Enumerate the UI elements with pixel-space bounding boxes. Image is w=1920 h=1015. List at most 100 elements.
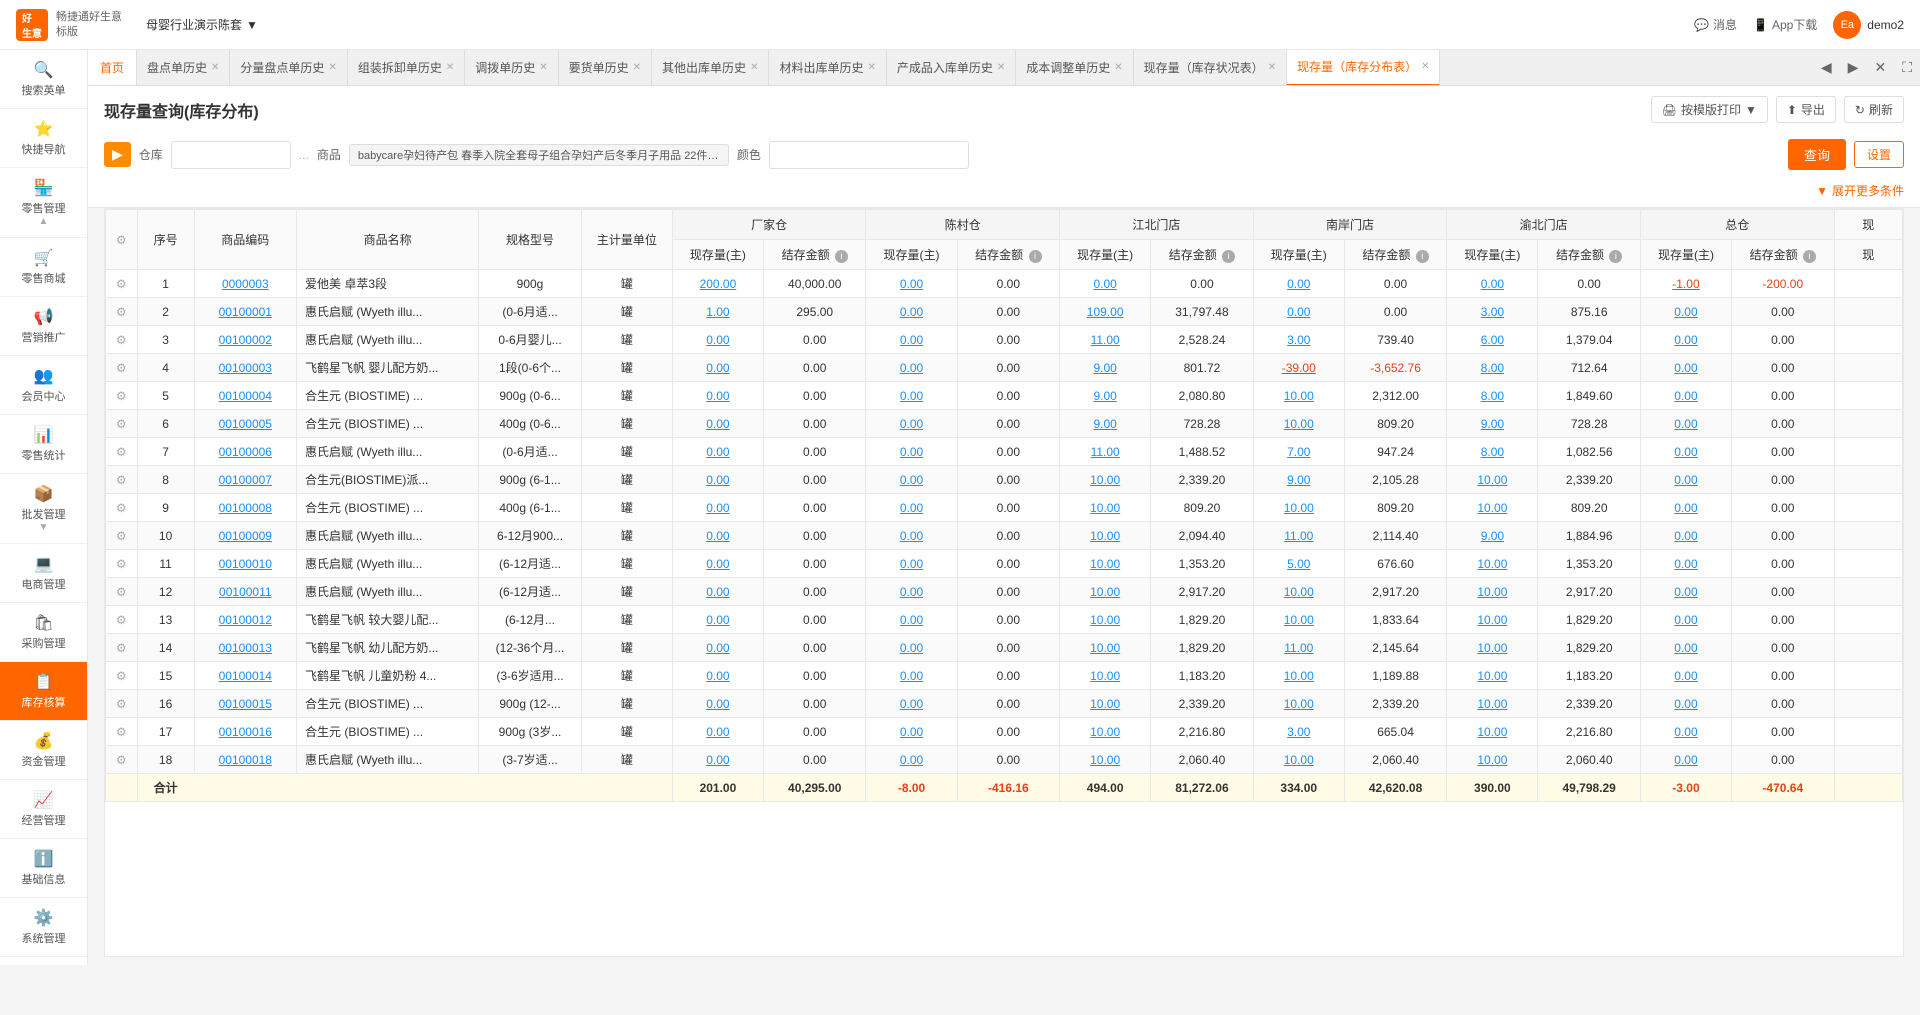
row-nanan-qty[interactable]: 10.00: [1253, 382, 1344, 410]
row-factory-qty[interactable]: 200.00: [672, 270, 763, 298]
row-chenjiang-qty[interactable]: 0.00: [866, 438, 957, 466]
row-nanan-qty[interactable]: 0.00: [1253, 298, 1344, 326]
row-chenjiang-qty[interactable]: 0.00: [866, 606, 957, 634]
row-jiangbei-qty[interactable]: 0.00: [1060, 270, 1151, 298]
tab-other-out[interactable]: 其他出库单历史 ✕: [652, 50, 769, 86]
tab-partial-count[interactable]: 分量盘点单历史 ✕: [230, 50, 347, 86]
row-code[interactable]: 00100002: [194, 326, 297, 354]
row-code[interactable]: 00100008: [194, 494, 297, 522]
row-jiangbei-qty[interactable]: 10.00: [1060, 662, 1151, 690]
row-total-qty[interactable]: 0.00: [1640, 634, 1731, 662]
row-chenjiang-qty[interactable]: 0.00: [866, 382, 957, 410]
nanan-amt-info-icon[interactable]: i: [1416, 250, 1429, 263]
row-settings[interactable]: ⚙: [106, 494, 138, 522]
row-yuibei-qty[interactable]: 10.00: [1447, 690, 1538, 718]
row-nanan-qty[interactable]: 3.00: [1253, 326, 1344, 354]
row-total-qty[interactable]: 0.00: [1640, 606, 1731, 634]
row-jiangbei-qty[interactable]: 10.00: [1060, 606, 1151, 634]
row-jiangbei-qty[interactable]: 11.00: [1060, 438, 1151, 466]
tab-home[interactable]: 首页: [88, 50, 137, 86]
product-tag[interactable]: babycare孕妇待产包 春季入院全套母子组合孕妇产后冬季月子用品 22件套 …: [349, 144, 729, 166]
row-nanan-qty[interactable]: 10.00: [1253, 494, 1344, 522]
close-tab-transfer[interactable]: ✕: [539, 62, 547, 73]
sidebar-item-retail-stats[interactable]: 📊 零售统计: [0, 415, 87, 474]
sidebar-item-wholesale[interactable]: 📦 批发管理 ▼: [0, 474, 87, 544]
tab-expand-btn[interactable]: ⛶: [1894, 50, 1920, 86]
row-factory-qty[interactable]: 0.00: [672, 382, 763, 410]
row-yuibei-qty[interactable]: 10.00: [1447, 662, 1538, 690]
row-total-qty[interactable]: 0.00: [1640, 550, 1731, 578]
row-settings[interactable]: ⚙: [106, 410, 138, 438]
row-total-qty[interactable]: 0.00: [1640, 466, 1731, 494]
row-total-qty[interactable]: 0.00: [1640, 494, 1731, 522]
warehouse-dots[interactable]: ...: [299, 148, 309, 162]
close-tab-stock-dist[interactable]: ✕: [1421, 61, 1429, 72]
row-chenjiang-qty[interactable]: 0.00: [866, 494, 957, 522]
row-yuibei-qty[interactable]: 10.00: [1447, 466, 1538, 494]
row-total-qty[interactable]: 0.00: [1640, 326, 1731, 354]
sidebar-item-shortcut[interactable]: ⭐ 快捷导航: [0, 109, 87, 168]
row-nanan-qty[interactable]: 11.00: [1253, 522, 1344, 550]
tab-transfer[interactable]: 调拨单历史 ✕: [465, 50, 558, 86]
row-yuibei-qty[interactable]: 9.00: [1447, 410, 1538, 438]
row-code[interactable]: 00100012: [194, 606, 297, 634]
app-download-btn[interactable]: 📱 App下载: [1753, 16, 1817, 33]
tab-cost-adjust[interactable]: 成本调整单历史 ✕: [1016, 50, 1133, 86]
row-yuibei-qty[interactable]: 6.00: [1447, 326, 1538, 354]
sidebar-item-finance[interactable]: 💰 资金管理: [0, 721, 87, 780]
row-chenjiang-qty[interactable]: 0.00: [866, 634, 957, 662]
close-tab-production-in[interactable]: ✕: [997, 62, 1005, 73]
row-settings[interactable]: ⚙: [106, 718, 138, 746]
row-chenjiang-qty[interactable]: 0.00: [866, 326, 957, 354]
row-chenjiang-qty[interactable]: 0.00: [866, 354, 957, 382]
row-jiangbei-qty[interactable]: 10.00: [1060, 522, 1151, 550]
row-settings[interactable]: ⚙: [106, 354, 138, 382]
row-code[interactable]: 00100001: [194, 298, 297, 326]
row-jiangbei-qty[interactable]: 9.00: [1060, 382, 1151, 410]
row-code[interactable]: 00100018: [194, 746, 297, 774]
row-chenjiang-qty[interactable]: 0.00: [866, 550, 957, 578]
row-total-qty[interactable]: 0.00: [1640, 354, 1731, 382]
row-chenjiang-qty[interactable]: 0.00: [866, 578, 957, 606]
row-settings[interactable]: ⚙: [106, 634, 138, 662]
row-code[interactable]: 00100015: [194, 690, 297, 718]
row-code[interactable]: 00100003: [194, 354, 297, 382]
sidebar-item-purchase[interactable]: 🛍 采购管理: [0, 603, 87, 662]
chenjiang-amt-info-icon[interactable]: i: [1029, 250, 1042, 263]
export-btn[interactable]: ⬆ 导出: [1776, 96, 1836, 123]
row-factory-qty[interactable]: 0.00: [672, 354, 763, 382]
close-tab-stock-status[interactable]: ✕: [1268, 62, 1276, 73]
sidebar-item-operation[interactable]: 📈 经营管理: [0, 780, 87, 839]
print-btn[interactable]: 🖨 按模版打印 ▼: [1651, 96, 1768, 123]
row-yuibei-qty[interactable]: 8.00: [1447, 354, 1538, 382]
row-settings[interactable]: ⚙: [106, 326, 138, 354]
row-yuibei-qty[interactable]: 10.00: [1447, 634, 1538, 662]
row-code[interactable]: 00100006: [194, 438, 297, 466]
row-jiangbei-qty[interactable]: 11.00: [1060, 326, 1151, 354]
row-nanan-qty[interactable]: 7.00: [1253, 438, 1344, 466]
sidebar-item-inventory[interactable]: 📋 库存核算: [0, 662, 87, 721]
row-settings[interactable]: ⚙: [106, 522, 138, 550]
row-nanan-qty[interactable]: -39.00: [1253, 354, 1344, 382]
row-total-qty[interactable]: 0.00: [1640, 522, 1731, 550]
row-nanan-qty[interactable]: 10.00: [1253, 746, 1344, 774]
close-tab-cost-adjust[interactable]: ✕: [1114, 62, 1122, 73]
tab-production-in[interactable]: 产成品入库单历史 ✕: [887, 50, 1016, 86]
row-chenjiang-qty[interactable]: 0.00: [866, 410, 957, 438]
row-nanan-qty[interactable]: 11.00: [1253, 634, 1344, 662]
sidebar-item-member[interactable]: 👥 会员中心: [0, 356, 87, 415]
table-container[interactable]: ⚙ 序号 商品编码 商品名称 规格型号 主计量单位 厂家仓 陈村仓 江北门店 南…: [104, 208, 1904, 957]
row-jiangbei-qty[interactable]: 10.00: [1060, 746, 1151, 774]
color-input[interactable]: [769, 141, 969, 169]
query-btn[interactable]: 查询: [1788, 139, 1846, 170]
row-code[interactable]: 00100013: [194, 634, 297, 662]
sidebar-item-basic[interactable]: ℹ️ 基础信息: [0, 839, 87, 898]
row-total-qty[interactable]: 0.00: [1640, 690, 1731, 718]
message-btn[interactable]: 💬 消息: [1694, 16, 1737, 33]
sidebar-item-search[interactable]: 🔍 搜索英单: [0, 50, 87, 109]
row-factory-qty[interactable]: 0.00: [672, 746, 763, 774]
row-yuibei-qty[interactable]: 10.00: [1447, 578, 1538, 606]
row-chenjiang-qty[interactable]: 0.00: [866, 662, 957, 690]
row-nanan-qty[interactable]: 3.00: [1253, 718, 1344, 746]
row-code[interactable]: 00100011: [194, 578, 297, 606]
